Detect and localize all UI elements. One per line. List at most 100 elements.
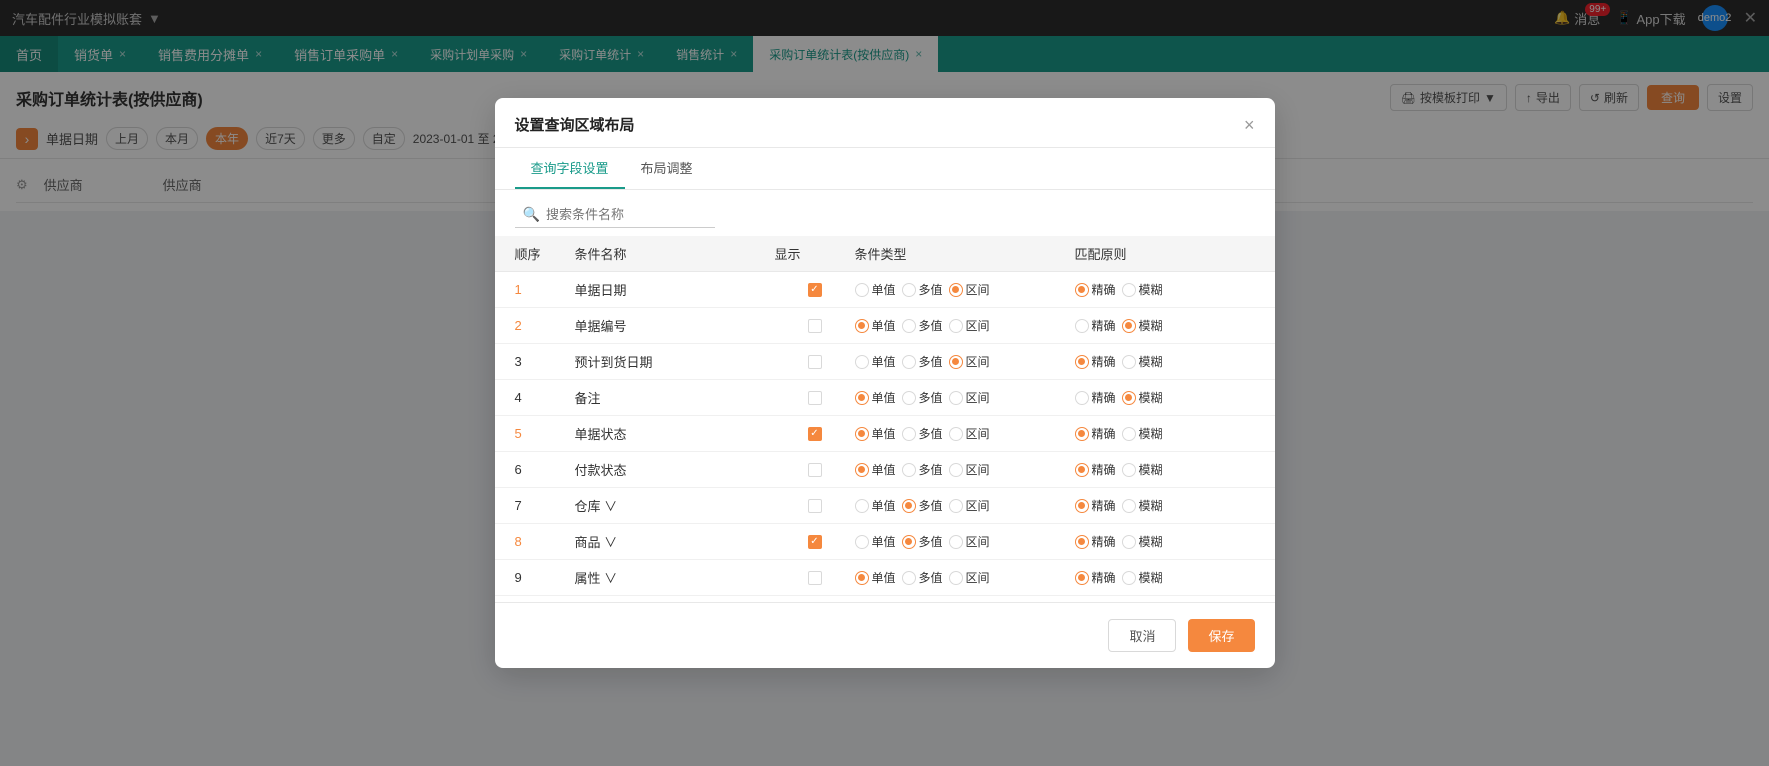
row-order: 5	[515, 426, 575, 441]
type-radio-single[interactable]: 单值	[855, 353, 896, 370]
show-checkbox[interactable]	[808, 499, 822, 513]
type-radio-multi[interactable]: 多值	[902, 533, 943, 550]
table-row: 6 付款状态 单值 多值 区间 精确 模糊	[495, 452, 1275, 488]
table-row: 2 单据编号 单值 多值 区间 精确 模糊	[495, 308, 1275, 344]
save-btn[interactable]: 保存	[1188, 619, 1254, 652]
type-radio-range[interactable]: 区间	[949, 353, 990, 370]
row-match: 精确 模糊	[1075, 353, 1255, 370]
type-radio-multi[interactable]: 多值	[902, 281, 943, 298]
row-type: 单值 多值 区间	[855, 353, 1075, 370]
row-name: 单据编号	[575, 316, 775, 335]
match-radio-fuzzy[interactable]: 模糊	[1122, 353, 1163, 370]
match-radio-exact[interactable]: 精确	[1075, 497, 1116, 514]
row-match: 精确 模糊	[1075, 425, 1255, 442]
type-radio-range[interactable]: 区间	[949, 533, 990, 550]
cancel-btn[interactable]: 取消	[1108, 619, 1176, 652]
type-radio-range[interactable]: 区间	[949, 281, 990, 298]
radio-dot	[1075, 391, 1089, 405]
show-checkbox[interactable]	[808, 283, 822, 297]
match-radio-exact[interactable]: 精确	[1075, 461, 1116, 478]
type-radio-multi[interactable]: 多值	[902, 425, 943, 442]
table-body: 1 单据日期 单值 多值 区间 精确 模糊 2 单据编	[495, 272, 1275, 602]
type-radio-single[interactable]: 单值	[855, 425, 896, 442]
show-checkbox[interactable]	[808, 319, 822, 333]
row-show[interactable]	[775, 535, 855, 549]
th-type: 条件类型	[855, 244, 1075, 263]
tab-query-fields[interactable]: 查询字段设置	[515, 148, 625, 189]
type-radio-multi[interactable]: 多值	[902, 497, 943, 514]
type-radio-range[interactable]: 区间	[949, 497, 990, 514]
tab-layout-adjust[interactable]: 布局调整	[625, 148, 709, 189]
row-order: 6	[515, 462, 575, 477]
match-radio-fuzzy[interactable]: 模糊	[1122, 281, 1163, 298]
type-radio-single[interactable]: 单值	[855, 533, 896, 550]
match-radio-fuzzy[interactable]: 模糊	[1122, 569, 1163, 586]
type-radio-range[interactable]: 区间	[949, 389, 990, 406]
match-radio-exact[interactable]: 精确	[1075, 317, 1116, 334]
match-radio-fuzzy[interactable]: 模糊	[1122, 425, 1163, 442]
dialog-tabs: 查询字段设置 布局调整	[495, 148, 1275, 190]
row-match: 精确 模糊	[1075, 317, 1255, 334]
row-show[interactable]	[775, 499, 855, 513]
radio-dot	[949, 535, 963, 549]
show-checkbox[interactable]	[808, 571, 822, 585]
row-show[interactable]	[775, 355, 855, 369]
type-radio-range[interactable]: 区间	[949, 317, 990, 334]
type-radio-multi[interactable]: 多值	[902, 461, 943, 478]
radio-dot	[949, 499, 963, 513]
match-radio-exact[interactable]: 精确	[1075, 425, 1116, 442]
match-radio-exact[interactable]: 精确	[1075, 353, 1116, 370]
show-checkbox[interactable]	[808, 535, 822, 549]
type-radio-single[interactable]: 单值	[855, 461, 896, 478]
row-show[interactable]	[775, 571, 855, 585]
radio-dot	[902, 391, 916, 405]
show-checkbox[interactable]	[808, 355, 822, 369]
type-radio-multi[interactable]: 多值	[902, 317, 943, 334]
type-radio-single[interactable]: 单值	[855, 569, 896, 586]
type-radio-single[interactable]: 单值	[855, 497, 896, 514]
dialog-close-btn[interactable]: ×	[1244, 116, 1255, 134]
show-checkbox[interactable]	[808, 427, 822, 441]
match-radio-fuzzy[interactable]: 模糊	[1122, 389, 1163, 406]
type-radio-single[interactable]: 单值	[855, 389, 896, 406]
row-show[interactable]	[775, 427, 855, 441]
row-show[interactable]	[775, 463, 855, 477]
radio-dot	[1075, 427, 1089, 441]
row-show[interactable]	[775, 391, 855, 405]
table-row: 8 商品 ∨ 单值 多值 区间 精确 模糊	[495, 524, 1275, 560]
type-radio-range[interactable]: 区间	[949, 425, 990, 442]
row-show[interactable]	[775, 319, 855, 333]
show-checkbox[interactable]	[808, 463, 822, 477]
type-radio-single[interactable]: 单值	[855, 317, 896, 334]
match-radio-fuzzy[interactable]: 模糊	[1122, 533, 1163, 550]
type-radio-multi[interactable]: 多值	[902, 569, 943, 586]
match-radio-fuzzy[interactable]: 模糊	[1122, 461, 1163, 478]
type-radio-range[interactable]: 区间	[949, 569, 990, 586]
match-radio-fuzzy[interactable]: 模糊	[1122, 497, 1163, 514]
match-radio-exact[interactable]: 精确	[1075, 533, 1116, 550]
radio-dot	[902, 355, 916, 369]
radio-dot	[1122, 499, 1136, 513]
match-radio-exact[interactable]: 精确	[1075, 281, 1116, 298]
match-radio-exact[interactable]: 精确	[1075, 389, 1116, 406]
row-type: 单值 多值 区间	[855, 425, 1075, 442]
type-radio-range[interactable]: 区间	[949, 461, 990, 478]
type-radio-single[interactable]: 单值	[855, 281, 896, 298]
radio-dot	[949, 355, 963, 369]
row-match: 精确 模糊	[1075, 569, 1255, 586]
dialog-search-area: 🔍	[495, 190, 1275, 236]
radio-dot	[1122, 391, 1136, 405]
match-radio-fuzzy[interactable]: 模糊	[1122, 317, 1163, 334]
show-checkbox[interactable]	[808, 391, 822, 405]
row-order: 4	[515, 390, 575, 405]
row-show[interactable]	[775, 283, 855, 297]
type-radio-multi[interactable]: 多值	[902, 389, 943, 406]
search-input[interactable]	[546, 207, 706, 222]
type-radio-multi[interactable]: 多值	[902, 353, 943, 370]
row-order: 1	[515, 282, 575, 297]
radio-dot	[855, 283, 869, 297]
th-match: 匹配原则	[1075, 244, 1255, 263]
row-name: 仓库 ∨	[575, 496, 775, 515]
match-radio-exact[interactable]: 精确	[1075, 569, 1116, 586]
radio-dot	[1075, 283, 1089, 297]
